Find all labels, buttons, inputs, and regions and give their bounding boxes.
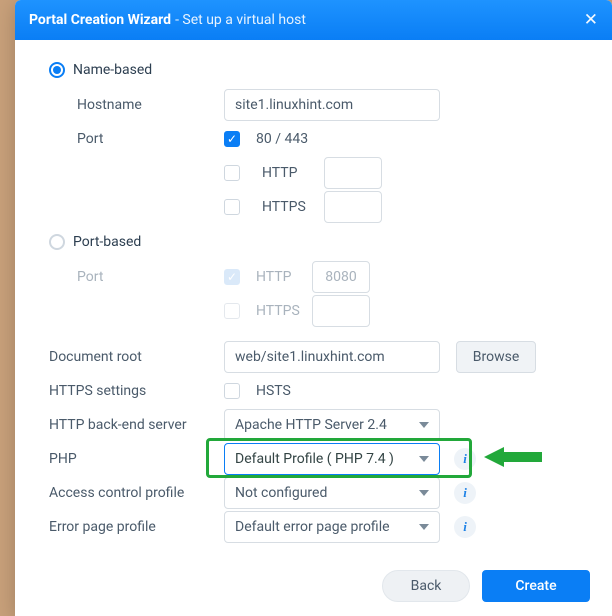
http-checkbox[interactable] <box>224 165 240 181</box>
browse-button[interactable]: Browse <box>456 341 536 373</box>
pb-https-port-input <box>312 295 370 327</box>
radio-port-based[interactable] <box>49 234 65 250</box>
https-label: HTTPS <box>262 199 310 215</box>
chevron-down-icon <box>419 490 429 496</box>
doc-root-label: Document root <box>49 349 224 365</box>
http-label: HTTP <box>262 165 310 181</box>
pb-http-checkbox <box>224 269 240 285</box>
acp-select[interactable]: Not configured <box>224 477 440 509</box>
annotation-arrow <box>484 447 542 467</box>
radio-name-based[interactable] <box>49 62 65 78</box>
https-settings-label: HTTPS settings <box>49 383 224 399</box>
php-select[interactable]: Default Profile ( PHP 7.4 ) <box>224 443 440 475</box>
chevron-down-icon <box>419 524 429 530</box>
backend-value: Apache HTTP Server 2.4 <box>235 417 387 433</box>
port-based-radio-row[interactable]: Port-based <box>49 234 584 250</box>
http-port-input[interactable] <box>324 157 382 189</box>
acp-value: Not configured <box>235 485 327 501</box>
create-button[interactable]: Create <box>482 570 590 602</box>
php-label: PHP <box>49 451 224 467</box>
hsts-checkbox[interactable] <box>224 383 240 399</box>
epp-select[interactable]: Default error page profile <box>224 511 440 543</box>
hsts-label: HSTS <box>256 383 291 399</box>
wizard-modal: Portal Creation Wizard - Set up a virtua… <box>15 0 612 616</box>
chevron-down-icon <box>419 456 429 462</box>
https-checkbox[interactable] <box>224 199 240 215</box>
backend-label: HTTP back-end server <box>49 417 224 433</box>
form-body: Name-based Hostname Port 80 / 443 HTTP H… <box>15 40 612 560</box>
default-ports-checkbox[interactable] <box>224 131 240 147</box>
pb-https-checkbox <box>224 303 240 319</box>
hostname-input[interactable] <box>224 89 440 121</box>
https-port-input[interactable] <box>324 191 382 223</box>
doc-root-input[interactable] <box>224 341 440 373</box>
info-icon[interactable]: i <box>454 482 476 504</box>
name-based-radio-row[interactable]: Name-based <box>49 62 584 78</box>
port-based-label: Port-based <box>73 234 141 250</box>
acp-label: Access control profile <box>49 485 224 501</box>
default-ports-label: 80 / 443 <box>256 131 308 147</box>
pb-port-label: Port <box>49 269 224 285</box>
titlebar: Portal Creation Wizard - Set up a virtua… <box>15 0 612 40</box>
title: Portal Creation Wizard <box>29 12 171 28</box>
close-icon[interactable]: ✕ <box>584 10 598 30</box>
php-value: Default Profile ( PHP 7.4 ) <box>235 451 394 467</box>
info-icon[interactable]: i <box>454 516 476 538</box>
name-based-label: Name-based <box>73 62 152 78</box>
info-icon[interactable]: i <box>454 448 476 470</box>
pb-http-label: HTTP <box>256 269 304 285</box>
footer: Back Create <box>15 560 612 616</box>
hostname-label: Hostname <box>49 97 224 113</box>
back-button[interactable]: Back <box>382 570 470 602</box>
backend-select[interactable]: Apache HTTP Server 2.4 <box>224 409 440 441</box>
epp-value: Default error page profile <box>235 519 390 535</box>
chevron-down-icon <box>419 422 429 428</box>
subtitle: - Set up a virtual host <box>175 12 306 28</box>
pb-http-port-input <box>312 261 370 293</box>
pb-https-label: HTTPS <box>256 303 304 319</box>
port-label: Port <box>49 131 224 147</box>
epp-label: Error page profile <box>49 519 224 535</box>
